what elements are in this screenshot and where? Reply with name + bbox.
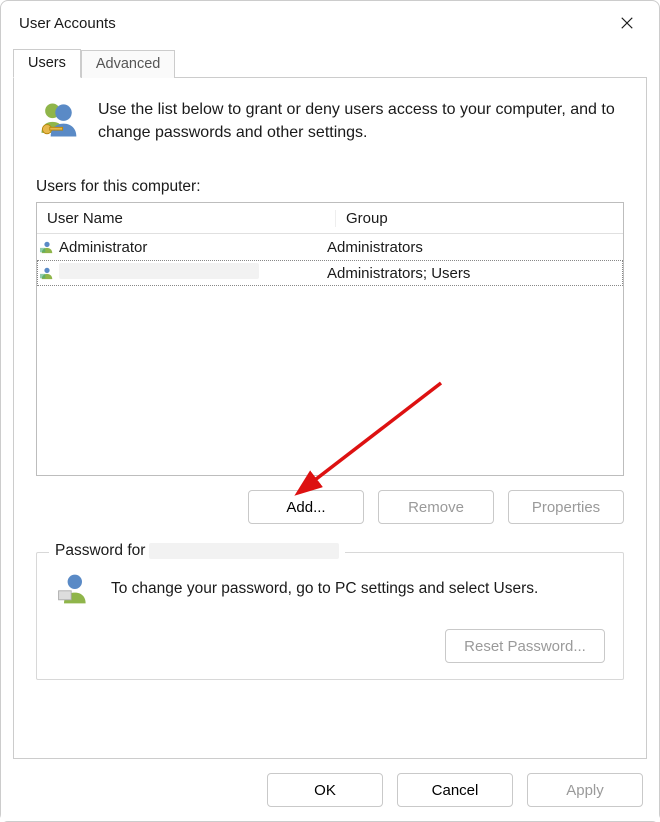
title-bar: User Accounts bbox=[1, 1, 659, 45]
dialog-footer: OK Cancel Apply bbox=[1, 759, 659, 821]
tab-strip: Users Advanced bbox=[13, 47, 647, 77]
add-button[interactable]: Add... bbox=[248, 490, 364, 524]
ok-button[interactable]: OK bbox=[267, 773, 383, 807]
password-legend-prefix: Password for bbox=[55, 542, 145, 560]
list-buttons: Add... Remove Properties bbox=[36, 490, 624, 524]
column-header-group[interactable]: Group bbox=[336, 210, 623, 227]
users-keys-icon bbox=[36, 98, 80, 142]
cancel-button[interactable]: Cancel bbox=[397, 773, 513, 807]
tab-users[interactable]: Users bbox=[13, 49, 81, 78]
row-group: Administrators bbox=[317, 239, 623, 256]
password-user-icon bbox=[55, 571, 91, 607]
redacted-username bbox=[149, 543, 339, 559]
users-list-label: Users for this computer: bbox=[36, 178, 624, 196]
user-row-icon bbox=[37, 240, 57, 254]
row-group: Administrators; Users bbox=[317, 265, 623, 282]
password-legend: Password for bbox=[49, 542, 345, 560]
window-title: User Accounts bbox=[19, 15, 116, 32]
tab-panel-users: Use the list below to grant or deny user… bbox=[13, 77, 647, 759]
tab-advanced[interactable]: Advanced bbox=[81, 50, 176, 78]
table-row[interactable]: Administrators; Users bbox=[37, 260, 623, 286]
row-username bbox=[57, 263, 317, 283]
close-icon bbox=[620, 16, 634, 30]
apply-button[interactable]: Apply bbox=[527, 773, 643, 807]
user-row-icon bbox=[37, 266, 57, 280]
password-section: Password for To change your password, go… bbox=[36, 552, 624, 680]
reset-password-button[interactable]: Reset Password... bbox=[445, 629, 605, 663]
user-accounts-window: User Accounts Users Advanced bbox=[0, 0, 660, 822]
remove-button[interactable]: Remove bbox=[378, 490, 494, 524]
password-text: To change your password, go to PC settin… bbox=[111, 580, 538, 598]
list-header: User Name Group bbox=[37, 203, 623, 234]
users-list[interactable]: User Name Group AdministratorAdministrat… bbox=[36, 202, 624, 476]
column-header-username[interactable]: User Name bbox=[37, 210, 336, 227]
close-button[interactable] bbox=[607, 8, 647, 38]
row-username: Administrator bbox=[57, 239, 317, 256]
properties-button[interactable]: Properties bbox=[508, 490, 624, 524]
intro-text: Use the list below to grant or deny user… bbox=[98, 98, 624, 144]
table-row[interactable]: AdministratorAdministrators bbox=[37, 234, 623, 260]
